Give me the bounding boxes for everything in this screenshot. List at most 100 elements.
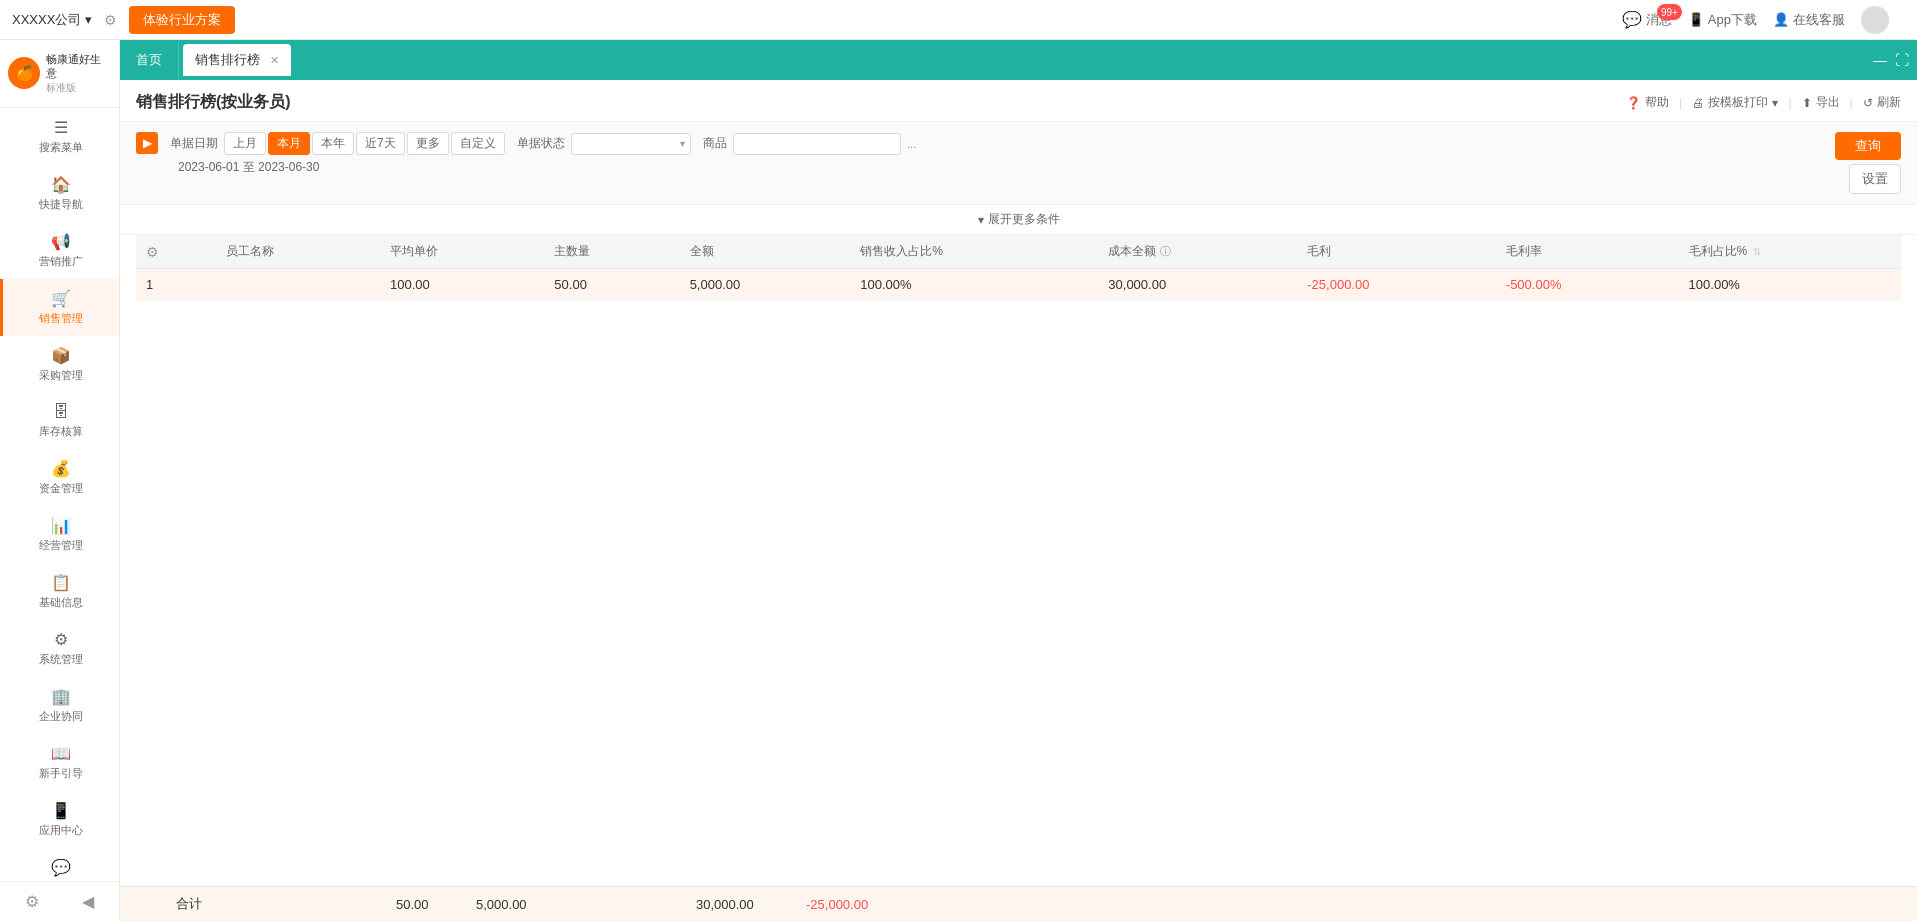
sidebar-item-apps[interactable]: 📱 应用中心 bbox=[0, 791, 119, 848]
status-label: 单据状态 bbox=[517, 135, 565, 152]
enterprise-icon: 🏢 bbox=[51, 687, 71, 706]
cell-rank: 1 bbox=[136, 269, 216, 301]
page-header: 销售排行榜(按业务员) ❓ 帮助 | 🖨 按模板打印 ▾ | ⬆ bbox=[120, 80, 1917, 122]
sidebar-item-label: 应用中心 bbox=[39, 823, 83, 838]
home-icon: 🏠 bbox=[51, 175, 71, 194]
status-select[interactable] bbox=[571, 133, 691, 155]
app-download-button[interactable]: 📱 App下载 bbox=[1688, 11, 1757, 29]
refresh-button[interactable]: ↺ 刷新 bbox=[1863, 94, 1901, 111]
sidebar-item-label: 企业协同 bbox=[39, 709, 83, 724]
date-btn-prev-month[interactable]: 上月 bbox=[224, 132, 266, 155]
system-icon: ⚙ bbox=[54, 630, 68, 649]
sidebar-item-finance[interactable]: 💰 资金管理 bbox=[0, 449, 119, 506]
col-settings[interactable]: ⚙ bbox=[136, 235, 216, 269]
date-btn-this-month[interactable]: 本月 bbox=[268, 132, 310, 155]
sidebar-item-label: 销售管理 bbox=[39, 311, 83, 326]
sidebar-item-marketing[interactable]: 📢 营销推广 bbox=[0, 222, 119, 279]
sidebar-item-operations[interactable]: 📊 经营管理 bbox=[0, 506, 119, 563]
date-range-display: 2023-06-01 至 2023-06-30 bbox=[170, 159, 1823, 176]
col-gross-profit: 毛利 bbox=[1297, 235, 1496, 269]
cell-gross-ratio: 100.00% bbox=[1679, 269, 1901, 301]
avatar[interactable] bbox=[1861, 6, 1889, 34]
sidebar-collapse-icon[interactable]: ◀ bbox=[82, 892, 94, 911]
filter-dots[interactable]: ... bbox=[907, 137, 917, 151]
tab-expand-button[interactable]: ⛶ bbox=[1895, 52, 1909, 68]
app-icon: 📱 bbox=[1688, 12, 1704, 27]
sidebar-item-basic[interactable]: 📋 基础信息 bbox=[0, 563, 119, 620]
sidebar-item-sales[interactable]: 🛒 销售管理 bbox=[0, 279, 119, 336]
date-btn-this-year[interactable]: 本年 bbox=[312, 132, 354, 155]
col-avg-price: 平均单价 bbox=[380, 235, 544, 269]
footer-label: 合计 bbox=[176, 895, 296, 913]
sidebar-item-label: 采购管理 bbox=[39, 368, 83, 383]
sidebar-item-label: 资金管理 bbox=[39, 481, 83, 496]
sidebar-item-label: 营销推广 bbox=[39, 254, 83, 269]
logo-icon: 🍊 bbox=[8, 57, 40, 89]
tab-minimize-button[interactable]: — bbox=[1873, 52, 1887, 68]
wechat-icon: 💬 bbox=[51, 858, 71, 877]
table-header: ⚙ 员工名称 平均单价 主数量 全额 销售收入占比% 成本全额 ⓘ 毛利 毛利率… bbox=[136, 235, 1901, 269]
data-table-wrap: ⚙ 员工名称 平均单价 主数量 全额 销售收入占比% 成本全额 ⓘ 毛利 毛利率… bbox=[120, 235, 1917, 561]
sidebar-item-search[interactable]: ☰ 搜索菜单 bbox=[0, 108, 119, 165]
collapse-filter-button[interactable]: ▶ bbox=[136, 132, 158, 154]
filter-buttons: 查询 设置 bbox=[1835, 132, 1901, 194]
goods-input[interactable] bbox=[733, 133, 901, 155]
sidebar-item-label: 基础信息 bbox=[39, 595, 83, 610]
print-button[interactable]: 🖨 按模板打印 ▾ bbox=[1692, 94, 1778, 111]
col-gross-ratio[interactable]: 毛利占比% ⇅ bbox=[1679, 235, 1901, 269]
date-btn-7days[interactable]: 近7天 bbox=[356, 132, 405, 155]
query-button[interactable]: 查询 bbox=[1835, 132, 1901, 160]
sidebar-item-label: 库存核算 bbox=[39, 424, 83, 439]
date-btn-more[interactable]: 更多 bbox=[407, 132, 449, 155]
print-label: 按模板打印 bbox=[1708, 94, 1768, 111]
filter-settings-button[interactable]: 设置 bbox=[1849, 164, 1901, 194]
sidebar-item-shortcut[interactable]: 🏠 快捷导航 bbox=[0, 165, 119, 222]
online-service-button[interactable]: 👤 在线客服 bbox=[1773, 11, 1845, 29]
company-selector[interactable]: XXXXX公司 ▾ bbox=[12, 11, 92, 29]
sales-icon: 🛒 bbox=[51, 289, 71, 308]
cell-employee bbox=[216, 269, 380, 301]
sidebar-item-system[interactable]: ⚙ 系统管理 bbox=[0, 620, 119, 677]
col-employee: 员工名称 bbox=[216, 235, 380, 269]
col-quantity: 主数量 bbox=[544, 235, 679, 269]
page-title: 销售排行榜(按业务员) bbox=[136, 92, 291, 113]
sidebar-item-label: 快捷导航 bbox=[39, 197, 83, 212]
sidebar-item-purchase[interactable]: 📦 采购管理 bbox=[0, 336, 119, 393]
help-button[interactable]: ❓ 帮助 bbox=[1626, 94, 1669, 111]
col-amount: 全额 bbox=[680, 235, 851, 269]
expand-more-button[interactable]: ▾ 展开更多条件 bbox=[978, 211, 1060, 228]
tab-home[interactable]: 首页 bbox=[120, 40, 179, 80]
topbar-settings-icon[interactable]: ⚙ bbox=[104, 12, 117, 28]
sidebar-item-wechat[interactable]: 💬 企业微信 bbox=[0, 848, 119, 881]
sidebar-settings-icon[interactable]: ⚙ bbox=[25, 892, 39, 911]
date-btn-custom[interactable]: 自定义 bbox=[451, 132, 505, 155]
sidebar-item-guide[interactable]: 📖 新手引导 bbox=[0, 734, 119, 791]
col-sales-ratio: 销售收入占比% bbox=[850, 235, 1098, 269]
tab-sales-rank[interactable]: 销售排行榜 ✕ bbox=[183, 44, 291, 76]
sidebar-item-label: 搜索菜单 bbox=[39, 140, 83, 155]
sidebar-item-enterprise[interactable]: 🏢 企业协同 bbox=[0, 677, 119, 734]
date-label: 单据日期 bbox=[170, 135, 218, 152]
footer-quantity: 50.00 bbox=[396, 897, 476, 912]
trial-button[interactable]: 体验行业方案 bbox=[129, 6, 235, 34]
sidebar-item-label: 新手引导 bbox=[39, 766, 83, 781]
message-button[interactable]: 💬 消息 99+ bbox=[1622, 10, 1672, 29]
cost-info-icon: ⓘ bbox=[1160, 245, 1171, 257]
service-icon: 👤 bbox=[1773, 12, 1789, 27]
marketing-icon: 📢 bbox=[51, 232, 71, 251]
company-dropdown-icon: ▾ bbox=[85, 12, 92, 27]
tabbar: 首页 销售排行榜 ✕ — ⛶ bbox=[120, 40, 1917, 80]
page-content: 销售排行榜(按业务员) ❓ 帮助 | 🖨 按模板打印 ▾ | ⬆ bbox=[120, 80, 1917, 921]
apps-icon: 📱 bbox=[51, 801, 71, 820]
sidebar-item-inventory[interactable]: 🗄 库存核算 bbox=[0, 393, 119, 449]
expand-label: 展开更多条件 bbox=[988, 211, 1060, 228]
message-icon: 💬 bbox=[1622, 10, 1642, 29]
tab-close-icon[interactable]: ✕ bbox=[270, 54, 279, 67]
help-label: 帮助 bbox=[1645, 94, 1669, 111]
export-button[interactable]: ⬆ 导出 bbox=[1802, 94, 1840, 111]
expand-icon: ▾ bbox=[978, 213, 984, 227]
service-label: 在线客服 bbox=[1793, 11, 1845, 29]
date-range-buttons: 上月 本月 本年 近7天 更多 自定义 bbox=[224, 132, 505, 155]
export-label: 导出 bbox=[1816, 94, 1840, 111]
table-header-row: ⚙ 员工名称 平均单价 主数量 全额 销售收入占比% 成本全额 ⓘ 毛利 毛利率… bbox=[136, 235, 1901, 269]
